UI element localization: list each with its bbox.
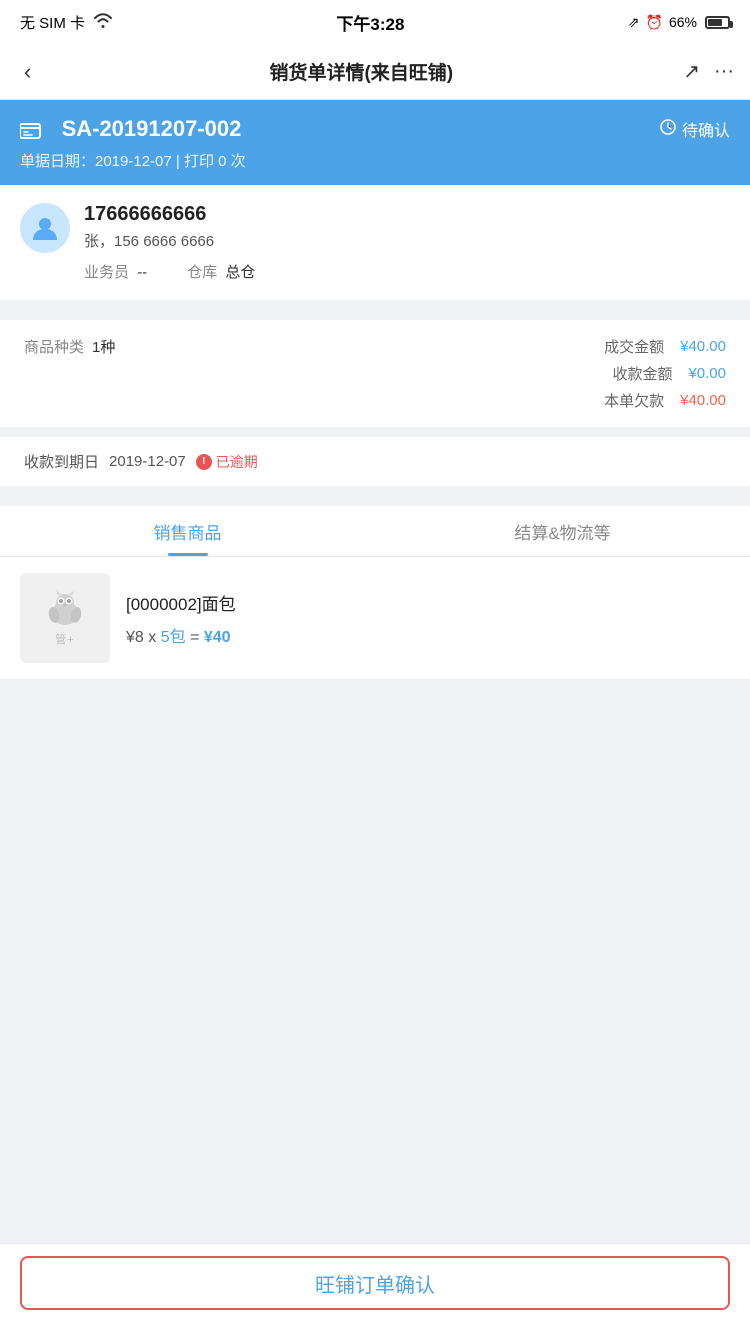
received-label: 收款金额 — [612, 363, 672, 384]
overdue-text: 已逾期 — [216, 452, 258, 472]
status-right: ⇗ ⏰ 66% — [628, 14, 730, 31]
divider-3 — [0, 496, 750, 506]
order-date: 单据日期：2019-12-07 | 打印 0 次 — [20, 150, 730, 171]
salesperson-label: 业务员 — [84, 264, 129, 281]
divider-1 — [0, 310, 750, 320]
summary-card: 商品种类 1种 成交金额 ¥40.00 收款金额 ¥0.00 本单欠款 ¥40.… — [0, 320, 750, 427]
product-thumb-image — [40, 589, 90, 629]
tab-sales-products[interactable]: 销售商品 — [0, 506, 375, 556]
carrier-text: 无 SIM 卡 — [20, 12, 85, 33]
product-formula: ¥8 x 5包 = ¥40 — [126, 623, 730, 647]
battery-icon — [705, 16, 730, 29]
battery-percent: 66% — [669, 14, 697, 30]
customer-meta: 业务员 -- 仓库 总仓 — [84, 261, 730, 282]
back-button[interactable]: ‹ — [16, 51, 39, 93]
more-button[interactable]: ··· — [714, 60, 734, 83]
overdue-section: 收款到期日 2019-12-07 ! 已逾期 — [0, 437, 750, 486]
owed-row: 本单欠款 ¥40.00 — [604, 390, 726, 411]
page-title: 销货单详情(来自旺铺) — [269, 58, 453, 85]
salesperson-value: -- — [137, 264, 147, 281]
warehouse-value: 总仓 — [225, 264, 255, 281]
empty-content-area — [0, 689, 750, 889]
product-type-field: 商品种类 1种 — [24, 336, 115, 357]
tabs-row: 销售商品 结算&物流等 — [0, 506, 750, 556]
owed-label: 本单欠款 — [604, 390, 664, 411]
customer-card: 17666666666 张，156 6666 6666 业务员 -- 仓库 总仓 — [0, 185, 750, 300]
order-header: SA-20191207-002 待确认 单据日期：2019-12-07 | 打印… — [0, 100, 750, 185]
overdue-date: 2019-12-07 — [109, 453, 186, 470]
order-status: 待确认 — [660, 117, 730, 141]
product-section: 管+ [0000002]面包 ¥8 x 5包 = ¥40 — [0, 557, 750, 679]
status-bar: 无 SIM 卡 下午3:28 ⇗ ⏰ 66% — [0, 0, 750, 44]
wifi-icon — [93, 12, 113, 32]
product-total: ¥40 — [204, 629, 231, 646]
customer-name: 张，156 6666 6666 — [84, 230, 730, 251]
transaction-row: 成交金额 ¥40.00 — [604, 336, 726, 357]
bottom-bar: 旺铺订单确认 — [0, 1243, 750, 1334]
received-row: 收款金额 ¥0.00 — [612, 363, 726, 384]
product-type-label: 商品种类 — [24, 336, 84, 357]
nav-actions: ↗ ··· — [683, 59, 734, 84]
overdue-badge: ! 已逾期 — [196, 452, 258, 472]
product-multiply: x — [148, 629, 160, 646]
status-left: 无 SIM 卡 — [20, 12, 113, 33]
confirm-order-button[interactable]: 旺铺订单确认 — [20, 1256, 730, 1310]
status-text: 待确认 — [682, 117, 730, 141]
overdue-label: 收款到期日 — [24, 451, 99, 472]
alarm-icon: ⏰ — [646, 14, 663, 31]
divider-2 — [0, 427, 750, 437]
share-button[interactable]: ↗ — [683, 59, 700, 84]
product-qty: 5包 — [161, 629, 186, 646]
customer-phone: 17666666666 — [84, 203, 730, 226]
product-details: [0000002]面包 ¥8 x 5包 = ¥40 — [126, 590, 730, 647]
owed-value: ¥40.00 — [680, 392, 726, 409]
salesperson-field: 业务员 -- — [84, 261, 147, 282]
warehouse-field: 仓库 总仓 — [187, 261, 255, 282]
overdue-dot-icon: ! — [196, 454, 212, 470]
product-type-value: 1种 — [92, 336, 115, 357]
financial-summary: 成交金额 ¥40.00 收款金额 ¥0.00 本单欠款 ¥40.00 — [604, 336, 726, 411]
warehouse-label: 仓库 — [187, 264, 217, 281]
product-thumb-inner: 管+ — [40, 589, 90, 647]
product-thumbnail: 管+ — [20, 573, 110, 663]
clock-icon — [660, 119, 676, 140]
tab-sales-products-label: 销售商品 — [154, 519, 222, 544]
product-price: ¥8 — [126, 629, 144, 646]
tab-settlement[interactable]: 结算&物流等 — [375, 506, 750, 556]
transaction-label: 成交金额 — [604, 336, 664, 357]
nav-bar: ‹ 销货单详情(来自旺铺) ↗ ··· — [0, 44, 750, 100]
order-id: SA-20191207-002 — [20, 116, 241, 142]
product-item: 管+ [0000002]面包 ¥8 x 5包 = ¥40 — [20, 573, 730, 663]
transaction-value: ¥40.00 — [680, 338, 726, 355]
order-icon — [20, 119, 54, 141]
product-equals: = — [190, 629, 204, 646]
tab-settlement-label: 结算&物流等 — [514, 519, 610, 544]
customer-info: 17666666666 张，156 6666 6666 业务员 -- 仓库 总仓 — [84, 203, 730, 282]
location-icon: ⇗ — [628, 14, 640, 31]
received-value: ¥0.00 — [688, 365, 726, 382]
customer-avatar — [20, 203, 70, 253]
tabs-section: 销售商品 结算&物流等 — [0, 506, 750, 557]
product-name: [0000002]面包 — [126, 590, 730, 615]
product-brand-label: 管+ — [55, 631, 74, 647]
status-time: 下午3:28 — [336, 10, 404, 35]
